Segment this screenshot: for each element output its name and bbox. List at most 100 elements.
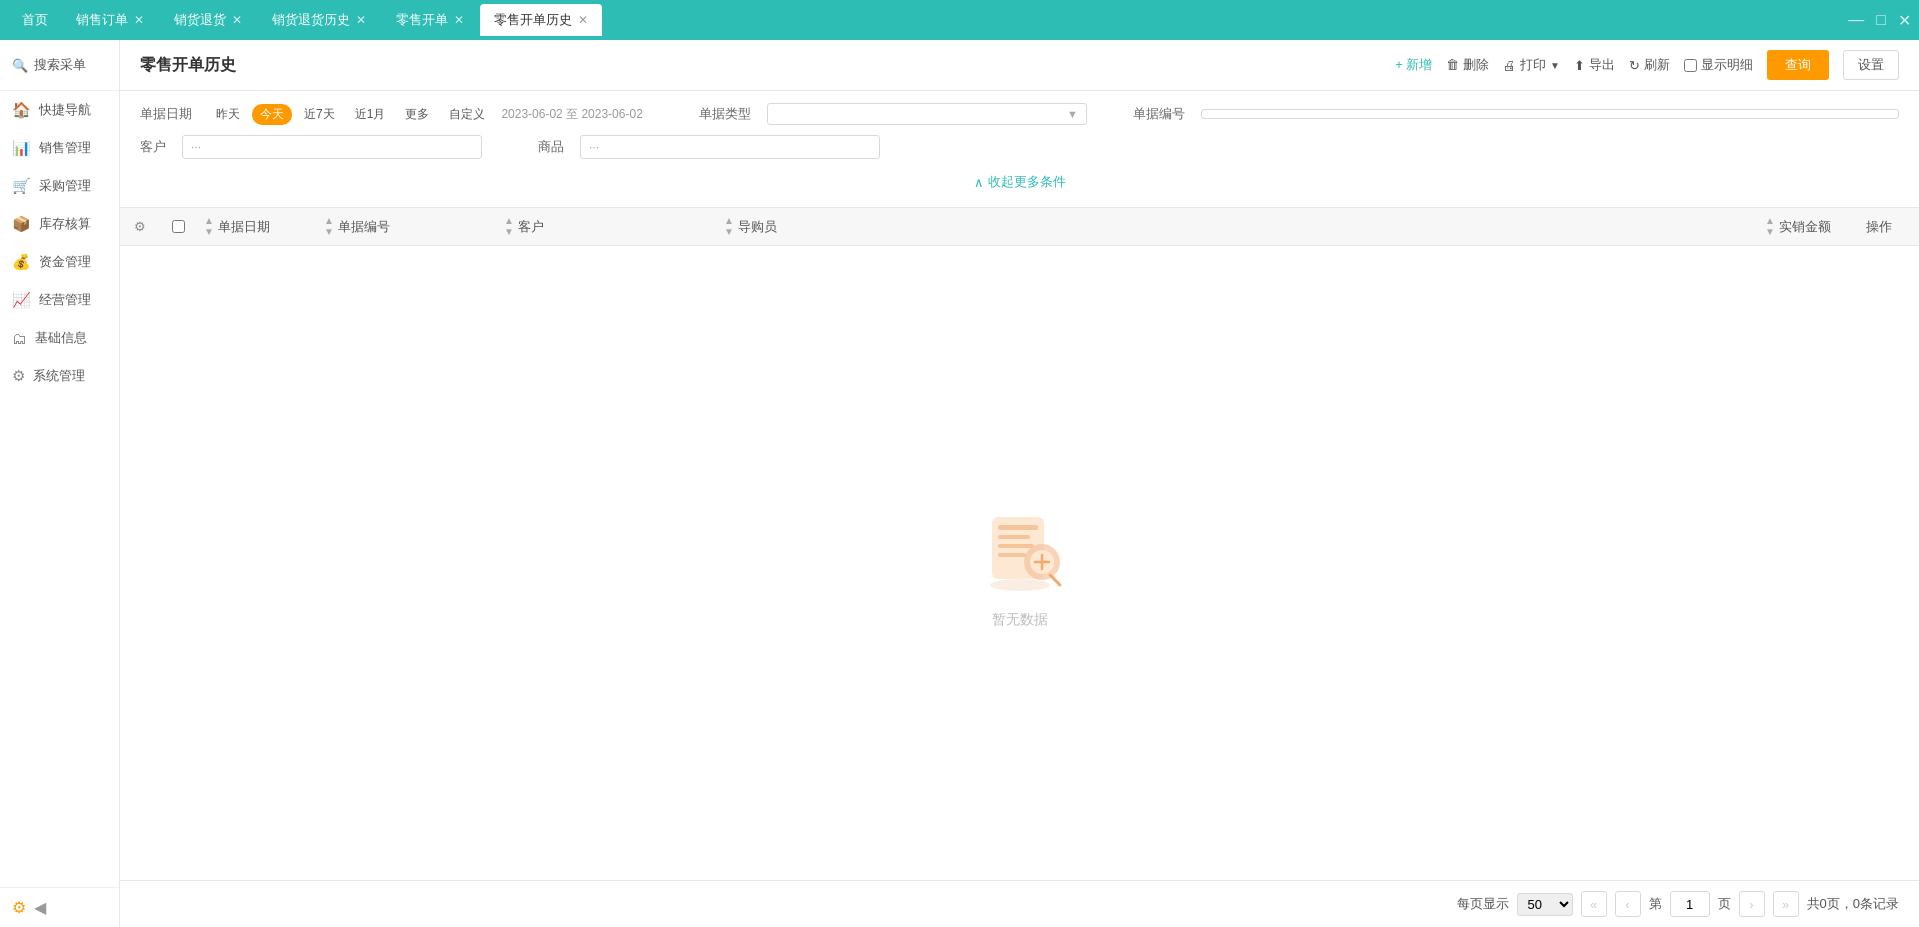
export-button[interactable]: ⬆ 导出 bbox=[1574, 56, 1615, 74]
sidebar-item-quicknav[interactable]: 🏠 快捷导航 bbox=[0, 91, 119, 129]
th-guide-sort[interactable]: ▲▼ bbox=[724, 216, 734, 237]
th-date: ▲▼ 单据日期 bbox=[196, 216, 316, 237]
table-header: ⚙ ▲▼ 单据日期 ▲▼ 单据编号 ▲▼ 客户 ▲▼ 导 bbox=[120, 208, 1919, 246]
th-number: ▲▼ 单据编号 bbox=[316, 216, 496, 237]
sidebar-top: 🔍 搜索采单 bbox=[0, 40, 119, 91]
window-controls: — □ ✕ bbox=[1848, 11, 1911, 30]
sidebar-bottom: ⚙ ◀ bbox=[0, 887, 119, 927]
type-select[interactable]: ▼ bbox=[767, 103, 1087, 125]
tab-retail-history[interactable]: 零售开单历史 ✕ bbox=[480, 4, 602, 36]
sidebar-item-purchase[interactable]: 🛒 采购管理 bbox=[0, 167, 119, 205]
page-suffix-label: 页 bbox=[1718, 895, 1731, 913]
th-amount: ▲▼ 实销金额 bbox=[836, 216, 1839, 237]
first-page-button[interactable]: « bbox=[1581, 891, 1607, 917]
refresh-button[interactable]: ↻ 刷新 bbox=[1629, 56, 1670, 74]
tab-retail-order[interactable]: 零售开单 ✕ bbox=[382, 4, 478, 36]
sidebar-item-inventory[interactable]: 📦 库存核算 bbox=[0, 205, 119, 243]
sidebar-gear-icon[interactable]: ⚙ bbox=[12, 898, 26, 917]
sidebar-item-operations[interactable]: 📈 经营管理 bbox=[0, 281, 119, 319]
svg-point-0 bbox=[990, 579, 1050, 591]
basic-info-icon: 🗂 bbox=[12, 330, 27, 347]
svg-rect-2 bbox=[998, 525, 1038, 530]
type-select-arrow: ▼ bbox=[1067, 108, 1078, 120]
select-all-checkbox[interactable] bbox=[172, 220, 185, 233]
close-button[interactable]: ✕ bbox=[1898, 11, 1911, 30]
date-today[interactable]: 今天 bbox=[252, 104, 292, 125]
th-date-sort[interactable]: ▲▼ bbox=[204, 216, 214, 237]
minimize-button[interactable]: — bbox=[1848, 11, 1864, 29]
goods-input[interactable]: ··· bbox=[580, 135, 880, 159]
sidebar-collapse-button[interactable]: ◀ bbox=[34, 898, 46, 917]
th-amount-sort[interactable]: ▲▼ bbox=[1765, 216, 1775, 237]
delete-button[interactable]: 🗑 删除 bbox=[1446, 56, 1489, 74]
system-icon: ⚙ bbox=[12, 367, 25, 385]
prev-page-button[interactable]: ‹ bbox=[1615, 891, 1641, 917]
toolbar: + 新增 🗑 删除 🖨 打印 ▼ ⬆ 导出 ↻ 刷新 显示明细 bbox=[1395, 50, 1899, 80]
sidebar-item-finance[interactable]: 💰 资金管理 bbox=[0, 243, 119, 281]
sales-icon: 📊 bbox=[12, 139, 31, 157]
page-number-input[interactable] bbox=[1670, 891, 1710, 917]
filter-area: 单据日期 昨天 今天 近7天 近1月 更多 自定义 2023-06-02 至 2… bbox=[120, 91, 1919, 208]
th-action: 操作 bbox=[1839, 218, 1919, 236]
date-7days[interactable]: 近7天 bbox=[296, 104, 343, 125]
empty-state: 暂无数据 bbox=[120, 246, 1919, 880]
filter-row-2: 客户 ··· 商品 ··· bbox=[140, 135, 1899, 159]
add-button[interactable]: + 新增 bbox=[1395, 56, 1432, 74]
date-1month[interactable]: 近1月 bbox=[347, 104, 394, 125]
tab-return-history[interactable]: 销货退货历史 ✕ bbox=[258, 4, 380, 36]
empty-text: 暂无数据 bbox=[992, 611, 1048, 629]
sidebar-item-sales[interactable]: 📊 销售管理 bbox=[0, 129, 119, 167]
tab-close-retail-history[interactable]: ✕ bbox=[578, 14, 588, 26]
display-detail-checkbox[interactable]: 显示明细 bbox=[1684, 56, 1753, 74]
collapse-icon: ∧ bbox=[974, 175, 984, 190]
tab-close-return-history[interactable]: ✕ bbox=[356, 14, 366, 26]
sidebar: 🔍 搜索采单 🏠 快捷导航 📊 销售管理 🛒 采购管理 📦 库存核算 💰 资金管… bbox=[0, 40, 120, 927]
search-icon: 🔍 bbox=[12, 58, 28, 73]
date-shortcuts: 昨天 今天 近7天 近1月 更多 自定义 2023-06-02 至 2023-0… bbox=[208, 104, 643, 125]
th-number-sort[interactable]: ▲▼ bbox=[324, 216, 334, 237]
svg-line-10 bbox=[1050, 575, 1060, 585]
display-detail-input[interactable] bbox=[1684, 59, 1697, 72]
date-range-display: 2023-06-02 至 2023-06-02 bbox=[501, 106, 642, 123]
sidebar-search[interactable]: 🔍 搜索采单 bbox=[0, 50, 119, 80]
customer-input[interactable]: ··· bbox=[182, 135, 482, 159]
svg-rect-3 bbox=[998, 535, 1030, 539]
tab-bar: 首页 销售订单 ✕ 销货退货 ✕ 销货退货历史 ✕ 零售开单 ✕ 零售开单历史 … bbox=[0, 0, 1919, 40]
tab-close-return[interactable]: ✕ bbox=[232, 14, 242, 26]
total-label: 共0页，0条记录 bbox=[1807, 895, 1899, 913]
print-button[interactable]: 🖨 打印 ▼ bbox=[1503, 56, 1560, 74]
tab-close-sales-order[interactable]: ✕ bbox=[134, 14, 144, 26]
collapse-button[interactable]: ∧ 收起更多条件 bbox=[140, 169, 1899, 195]
purchase-icon: 🛒 bbox=[12, 177, 31, 195]
per-page-select[interactable]: 50 100 200 bbox=[1517, 893, 1573, 916]
th-gear[interactable]: ⚙ bbox=[120, 219, 160, 234]
th-customer: ▲▼ 客户 bbox=[496, 216, 716, 237]
operations-icon: 📈 bbox=[12, 291, 31, 309]
maximize-button[interactable]: □ bbox=[1876, 11, 1886, 29]
query-button[interactable]: 查询 bbox=[1767, 50, 1829, 80]
tab-sales-order[interactable]: 销售订单 ✕ bbox=[62, 4, 158, 36]
content-area: 零售开单历史 + 新增 🗑 删除 🖨 打印 ▼ ⬆ 导出 ↻ 刷新 bbox=[120, 40, 1919, 927]
setting-button[interactable]: 设置 bbox=[1843, 50, 1899, 80]
main-layout: 🔍 搜索采单 🏠 快捷导航 📊 销售管理 🛒 采购管理 📦 库存核算 💰 资金管… bbox=[0, 40, 1919, 927]
svg-rect-4 bbox=[998, 544, 1034, 548]
tab-return[interactable]: 销货退货 ✕ bbox=[160, 4, 256, 36]
sidebar-item-system[interactable]: ⚙ 系统管理 bbox=[0, 357, 119, 395]
next-page-button[interactable]: › bbox=[1739, 891, 1765, 917]
last-page-button[interactable]: » bbox=[1773, 891, 1799, 917]
tab-home[interactable]: 首页 bbox=[8, 4, 62, 36]
date-yesterday[interactable]: 昨天 bbox=[208, 104, 248, 125]
date-custom[interactable]: 自定义 bbox=[441, 104, 493, 125]
date-label: 单据日期 bbox=[140, 105, 192, 123]
inventory-icon: 📦 bbox=[12, 215, 31, 233]
th-check[interactable] bbox=[160, 220, 196, 233]
th-guide: ▲▼ 导购员 bbox=[716, 216, 836, 237]
number-input[interactable] bbox=[1201, 109, 1899, 119]
sidebar-item-basic-info[interactable]: 🗂 基础信息 bbox=[0, 319, 119, 357]
tab-close-retail-order[interactable]: ✕ bbox=[454, 14, 464, 26]
filter-row-1: 单据日期 昨天 今天 近7天 近1月 更多 自定义 2023-06-02 至 2… bbox=[140, 103, 1899, 125]
th-customer-sort[interactable]: ▲▼ bbox=[504, 216, 514, 237]
page-prefix-label: 第 bbox=[1649, 895, 1662, 913]
finance-icon: 💰 bbox=[12, 253, 31, 271]
date-more[interactable]: 更多 bbox=[397, 104, 437, 125]
